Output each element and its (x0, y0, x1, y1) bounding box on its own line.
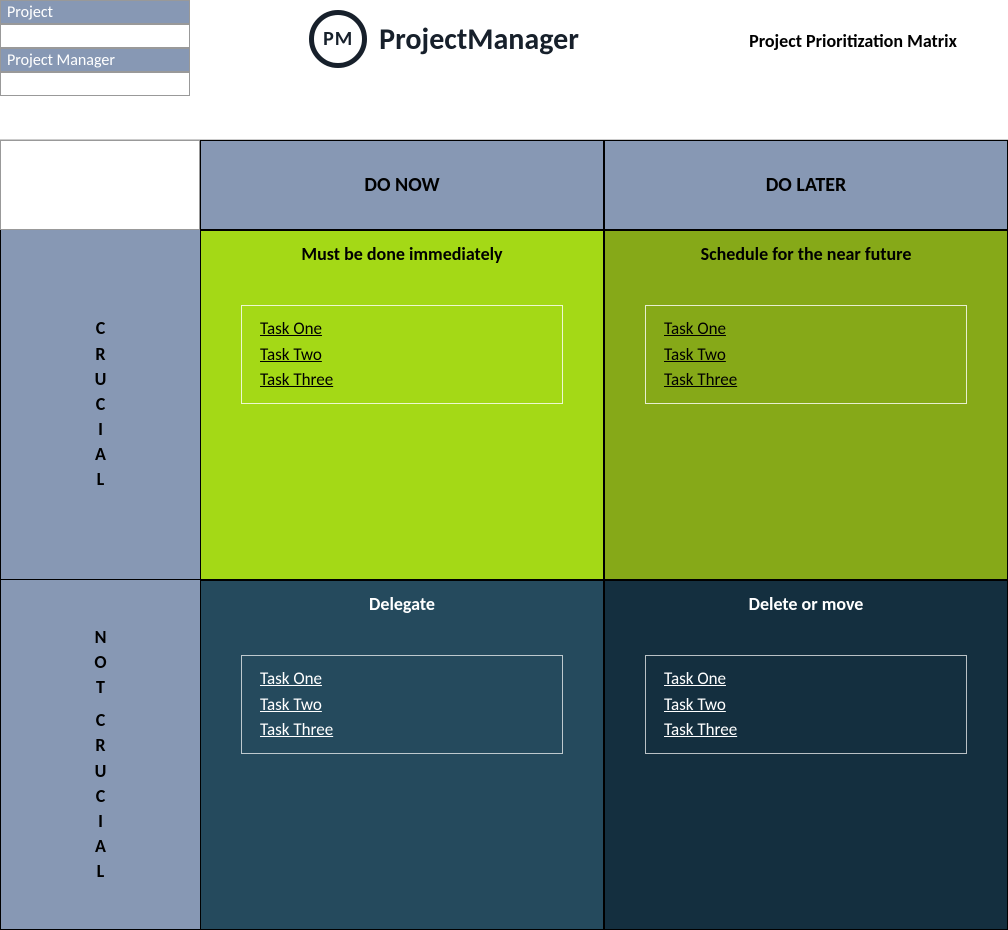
logo-icon: PM (309, 10, 367, 68)
q2-task-box: Task OneTask TwoTask Three (645, 305, 967, 404)
task-item[interactable]: Task One (260, 666, 544, 692)
manager-input[interactable] (0, 72, 190, 96)
task-item[interactable]: Task Three (260, 367, 544, 393)
priority-matrix: DO NOW DO LATER CRUCIAL Must be done imm… (0, 140, 1008, 930)
task-item[interactable]: Task One (664, 666, 948, 692)
project-input[interactable] (0, 24, 190, 48)
row-header-not-crucial: NOTCRUCIAL (0, 580, 200, 930)
page-title: Project Prioritization Matrix (698, 0, 1008, 139)
crucial-label: CRUCIAL (95, 312, 107, 496)
q4-task-box: Task OneTask TwoTask Three (645, 655, 967, 754)
matrix-corner (0, 140, 200, 230)
logo-text: ProjectManager (379, 21, 579, 58)
quadrant-do-later-crucial: Schedule for the near future Task OneTas… (604, 230, 1008, 580)
q3-task-box: Task OneTask TwoTask Three (241, 655, 563, 754)
q4-subtitle: Delete or move (615, 591, 997, 615)
header: Project Project Manager PM ProjectManage… (0, 0, 1008, 140)
not-crucial-label: NOTCRUCIAL (94, 621, 106, 889)
manager-label: Project Manager (0, 48, 190, 72)
quadrant-do-now-crucial: Must be done immediately Task OneTask Tw… (200, 230, 604, 580)
task-item[interactable]: Task One (260, 316, 544, 342)
q1-task-box: Task OneTask TwoTask Three (241, 305, 563, 404)
task-item[interactable]: Task Two (260, 342, 544, 368)
project-label: Project (0, 0, 190, 24)
col-header-do-now: DO NOW (200, 140, 604, 230)
header-left: Project Project Manager (0, 0, 190, 139)
quadrant-do-now-not-crucial: Delegate Task OneTask TwoTask Three (200, 580, 604, 930)
task-item[interactable]: Task Two (664, 692, 948, 718)
task-item[interactable]: Task Three (664, 367, 948, 393)
task-item[interactable]: Task Two (260, 692, 544, 718)
col-header-do-later: DO LATER (604, 140, 1008, 230)
row-header-crucial: CRUCIAL (0, 230, 200, 580)
task-item[interactable]: Task Three (260, 717, 544, 743)
task-item[interactable]: Task One (664, 316, 948, 342)
logo-area: PM ProjectManager (190, 0, 698, 139)
q3-subtitle: Delegate (211, 591, 593, 615)
q1-subtitle: Must be done immediately (211, 241, 593, 265)
task-item[interactable]: Task Two (664, 342, 948, 368)
task-item[interactable]: Task Three (664, 717, 948, 743)
quadrant-do-later-not-crucial: Delete or move Task OneTask TwoTask Thre… (604, 580, 1008, 930)
q2-subtitle: Schedule for the near future (615, 241, 997, 265)
